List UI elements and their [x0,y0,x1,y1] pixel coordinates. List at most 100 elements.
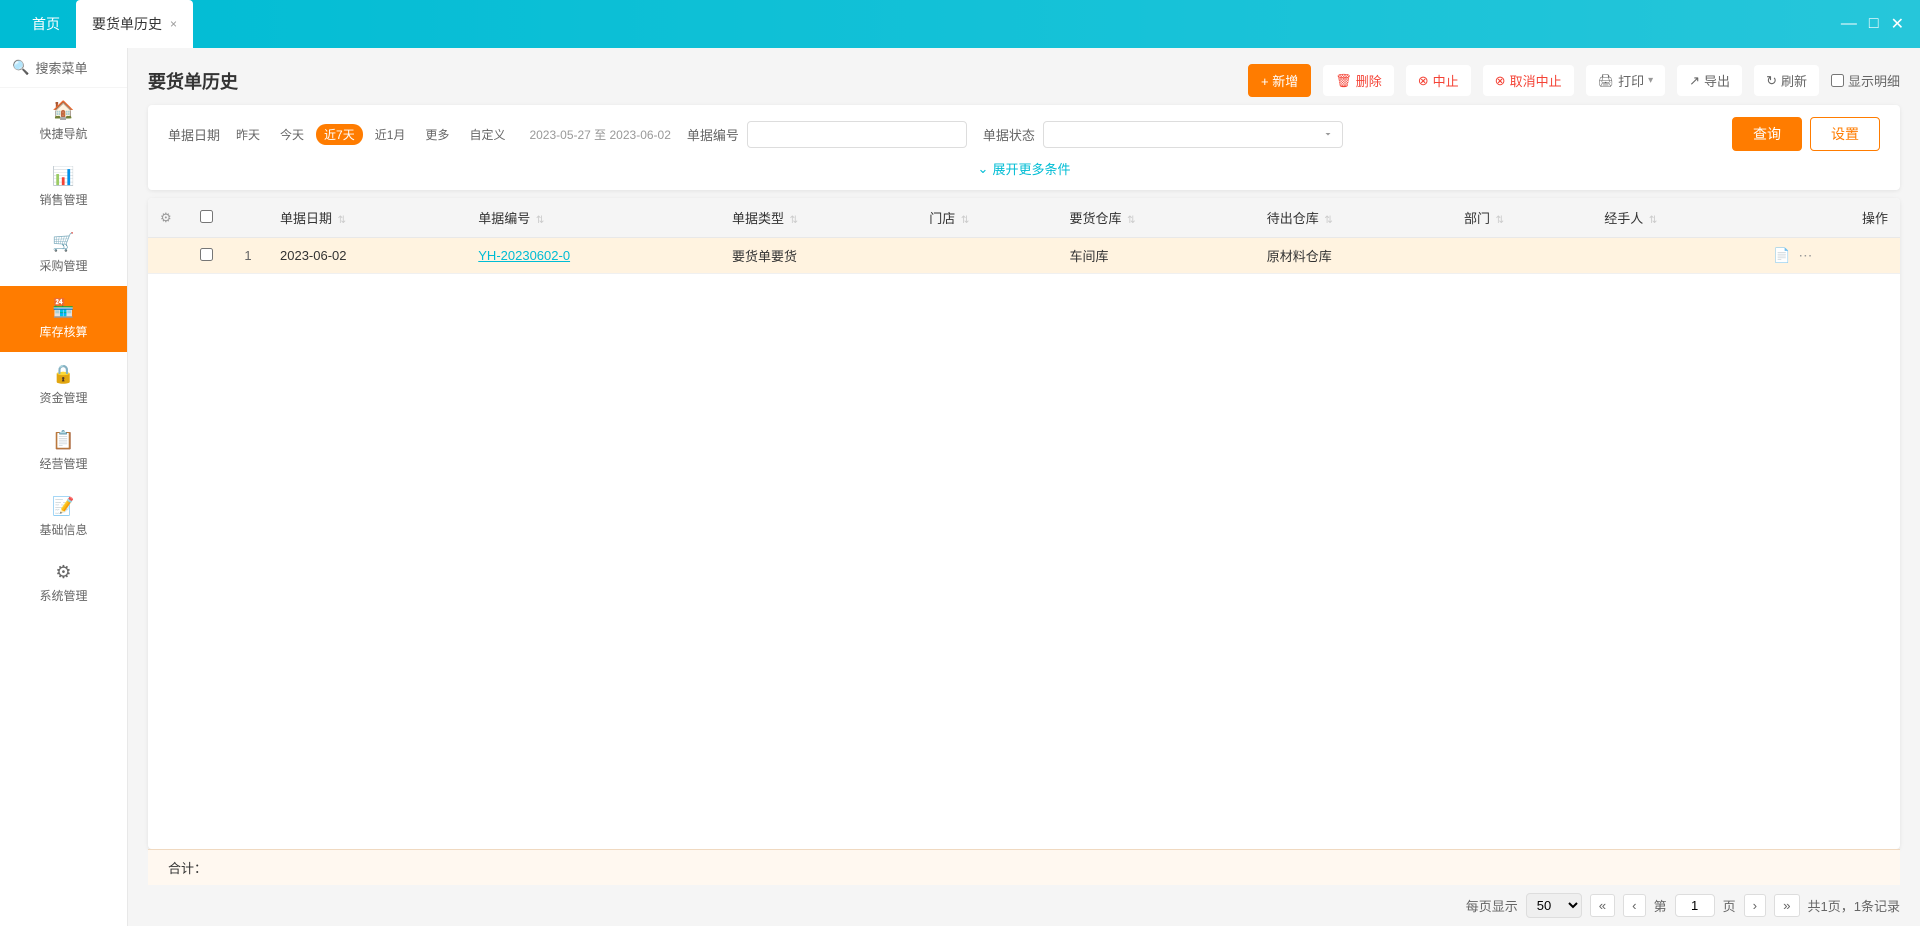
sidebar-label-system: 系统管理 [39,587,87,604]
order-no-input[interactable] [747,121,967,148]
status-select[interactable] [1043,121,1343,148]
date-filter: 单据日期 昨天 今天 近7天 近1月 更多 自定义 [168,124,513,145]
col-pending-warehouse[interactable]: 待出仓库 ⇅ [1255,198,1452,238]
sidebar-label-operations: 经营管理 [39,455,87,472]
date-label: 单据日期 [168,125,220,144]
page-unit: 页 [1723,896,1736,915]
expand-filter-button[interactable]: ⌄ 展开更多条件 [978,159,1071,178]
row-pending-warehouse: 原材料仓库 [1255,238,1452,274]
date-btn-yesterday[interactable]: 昨天 [228,124,268,145]
sidebar-item-inventory[interactable]: 🏪 库存核算 [0,286,127,352]
print-icon: 🖨 [1598,73,1615,89]
col-handler[interactable]: 经手人 ⇅ [1592,198,1761,238]
first-page-button[interactable]: « [1590,894,1615,917]
cancel-stop-button[interactable]: ⊗ 取消中止 [1483,65,1574,96]
date-range-buttons: 昨天 今天 近7天 近1月 更多 自定义 [228,124,513,145]
expand-down-icon: ⌄ [978,161,989,177]
sidebar-item-purchase[interactable]: 🛒 采购管理 [0,220,127,286]
settings-button[interactable]: 设置 [1810,117,1880,151]
clipboard-icon: 📋 [52,430,74,451]
refresh-icon: ↻ [1766,73,1777,89]
sort-store-icon: ⇅ [961,215,969,226]
sidebar-item-quick-nav[interactable]: 🏠 快捷导航 [0,88,127,154]
window-maximize-icon[interactable]: □ [1869,15,1879,33]
page-number-input[interactable] [1675,894,1715,917]
table-settings-icon[interactable]: ⚙ [160,210,172,225]
gear-icon: ⚙ [55,562,71,583]
tab-order-history-label: 要货单历史 [92,14,162,34]
sort-req-wh-icon: ⇅ [1127,215,1135,226]
status-filter: 单据状态 [983,121,1716,148]
date-btn-custom[interactable]: 自定义 [461,124,513,145]
delete-icon: 🗑 [1335,73,1352,89]
col-date[interactable]: 单据日期 ⇅ [268,198,466,238]
sidebar-item-search[interactable]: 🔍 搜索菜单 [0,48,127,88]
sort-code-icon: ⇅ [536,215,544,226]
date-btn-7days[interactable]: 近7天 [316,124,363,145]
select-all-checkbox[interactable] [200,210,213,223]
order-no-filter: 单据编号 [687,121,967,148]
query-button[interactable]: 查询 [1732,117,1802,151]
stop-button[interactable]: ⊗ 中止 [1406,65,1471,96]
export-button[interactable]: ↗ 导出 [1677,65,1742,96]
sidebar-label-purchase: 采购管理 [39,257,87,274]
doc-icon: 📝 [52,496,74,517]
window-close-icon[interactable]: ✕ [1891,14,1904,34]
col-req-warehouse[interactable]: 要货仓库 ⇅ [1057,198,1254,238]
date-range-text: 2023-05-27 至 2023-06-02 [529,126,670,143]
new-button[interactable]: + 新增 [1248,64,1311,97]
per-page-select[interactable]: 50 100 [1526,893,1582,918]
row-code-link[interactable]: YH-20230602-0 [478,248,570,263]
sidebar-item-basic-info[interactable]: 📝 基础信息 [0,484,127,550]
tab-order-history[interactable]: 要货单历史 × [76,0,193,48]
show-detail-checkbox[interactable] [1831,74,1844,87]
page-title: 要货单历史 [148,68,238,94]
col-checkbox [188,198,228,238]
col-store[interactable]: 门店 ⇅ [917,198,1057,238]
row-settings-cell [148,238,188,274]
prev-page-button[interactable]: ‹ [1623,894,1645,917]
row-store [917,238,1057,274]
row-checkbox[interactable] [200,248,213,261]
col-settings: ⚙ [148,198,188,238]
sidebar-label-inventory: 库存核算 [39,323,87,340]
sidebar-item-system[interactable]: ⚙ 系统管理 [0,550,127,616]
delete-button[interactable]: 🗑 删除 [1323,65,1394,96]
row-checkbox-cell [188,238,228,274]
sidebar-label-finance: 资金管理 [39,389,87,406]
col-num [228,198,268,238]
sidebar-item-sales[interactable]: 📊 销售管理 [0,154,127,220]
sidebar-item-operations[interactable]: 📋 经营管理 [0,418,127,484]
sort-pending-wh-icon: ⇅ [1324,215,1332,226]
tab-home-label: 首页 [32,14,60,34]
row-more-icon[interactable]: ⋯ [1798,247,1812,264]
print-dropdown-icon: ▾ [1648,75,1653,86]
order-no-label: 单据编号 [687,125,739,144]
next-page-button[interactable]: › [1744,894,1766,917]
row-edit-icon[interactable]: 📄 [1773,247,1790,264]
tab-close-icon[interactable]: × [170,17,177,31]
col-code[interactable]: 单据编号 ⇅ [466,198,720,238]
date-btn-more[interactable]: 更多 [417,124,457,145]
cart-icon: 🛒 [52,232,74,253]
cancel-stop-icon: ⊗ [1495,73,1506,89]
header-actions: + 新增 🗑 删除 ⊗ 中止 ⊗ 取消中止 🖨 打 [1248,64,1900,97]
show-detail-toggle[interactable]: 显示明细 [1831,71,1900,90]
refresh-button[interactable]: ↻ 刷新 [1754,65,1819,96]
col-type[interactable]: 单据类型 ⇅ [720,198,917,238]
last-page-button[interactable]: » [1774,894,1799,917]
window-minimize-icon[interactable]: — [1841,15,1857,33]
page-label: 第 [1654,896,1667,915]
sidebar-item-finance[interactable]: 🔒 资金管理 [0,352,127,418]
data-table: ⚙ 单据日期 ⇅ 单据编号 [148,198,1900,849]
date-btn-today[interactable]: 今天 [272,124,312,145]
date-btn-1month[interactable]: 近1月 [367,124,414,145]
row-actions-cell: 📄 ⋯ [1761,238,1900,274]
col-dept[interactable]: 部门 ⇅ [1452,198,1592,238]
print-button[interactable]: 🖨 打印 ▾ [1586,65,1666,96]
status-label: 单据状态 [983,125,1035,144]
sidebar-label-basic-info: 基础信息 [39,521,87,538]
sort-dept-icon: ⇅ [1496,215,1504,226]
sidebar-label-quick-nav: 快捷导航 [39,125,87,142]
tab-home[interactable]: 首页 [16,0,76,48]
